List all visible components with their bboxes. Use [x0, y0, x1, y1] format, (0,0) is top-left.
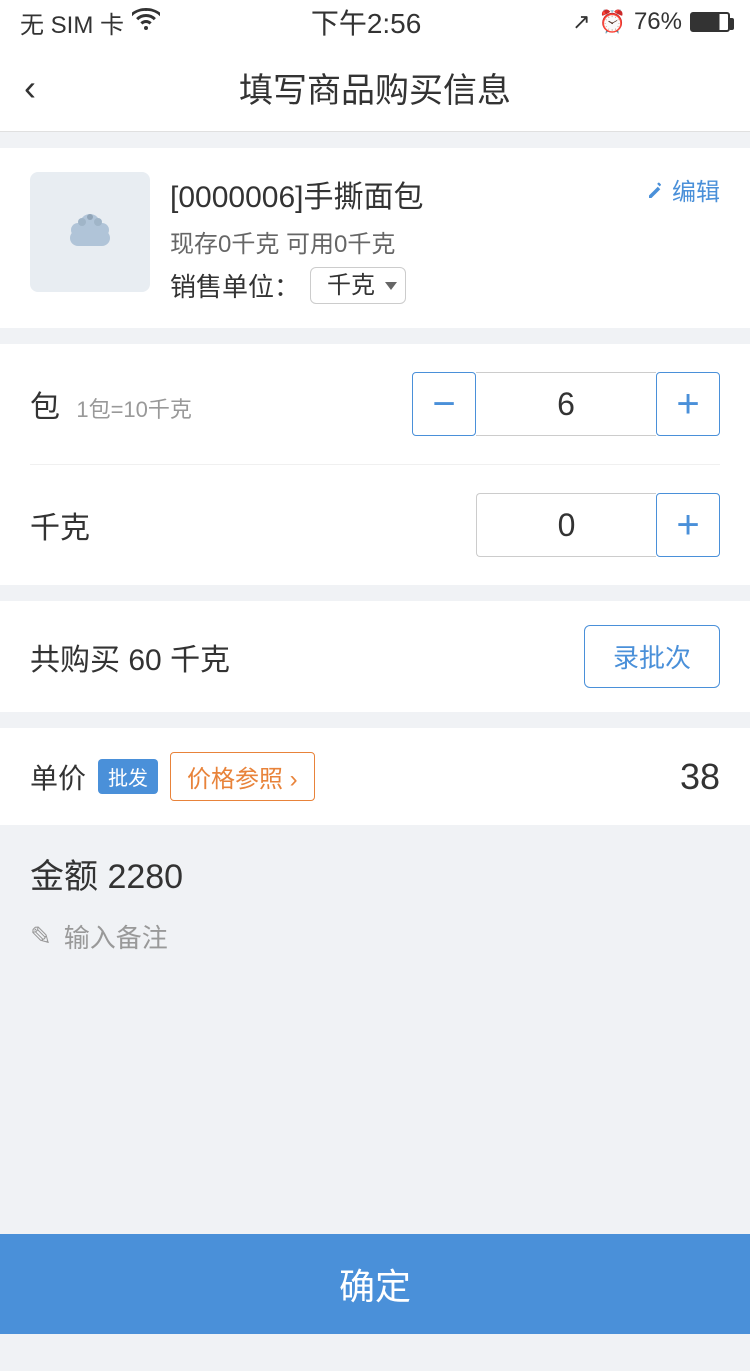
product-info: [0000006]手撕面包 编辑 现存0千克 可用0千克 销售单位： 千克 — [170, 172, 720, 304]
status-time: 下午2:56 — [311, 2, 422, 42]
product-stock: 现存0千克 可用0千克 — [170, 224, 720, 259]
note-icon: ✎ — [30, 921, 52, 952]
qty-input-kg[interactable] — [476, 493, 656, 557]
total-value: 60 — [128, 644, 161, 677]
quantity-section: 包 1包=10千克 − + 千克 + — [0, 344, 750, 585]
total-section: 共购买 60 千克 录批次 — [0, 601, 750, 712]
status-right: ↗ ⏰ 76% — [572, 8, 730, 36]
spacer — [0, 971, 750, 1271]
quantity-row-bao: 包 1包=10千克 − + — [30, 344, 720, 465]
price-section: 单价 批发 价格参照 › 38 — [0, 728, 750, 825]
batch-button[interactable]: 录批次 — [584, 625, 720, 688]
price-ref-button[interactable]: 价格参照 › — [170, 752, 315, 801]
nav-bar: ‹ 填写商品购买信息 — [0, 44, 750, 132]
unit-select[interactable]: 千克 — [310, 267, 406, 304]
amount-section: 金额 2280 ✎ 输入备注 — [0, 825, 750, 971]
amount-row: 金额 2280 — [30, 849, 720, 898]
increment-bao-button[interactable]: + — [656, 372, 720, 436]
qty-controls-kg: + — [476, 493, 720, 557]
battery-icon — [690, 12, 730, 32]
quantity-row-kg: 千克 + — [30, 465, 720, 585]
wifi-icon — [132, 8, 160, 37]
note-placeholder: 输入备注 — [64, 918, 168, 955]
qty-label-bao: 包 1包=10千克 — [30, 382, 412, 426]
qty-hint-bao: 1包=10千克 — [76, 397, 192, 422]
alarm-icon: ⏰ — [599, 9, 626, 35]
confirm-button[interactable]: 确定 — [0, 1234, 750, 1334]
price-label: 单价 — [30, 757, 86, 797]
product-card: [0000006]手撕面包 编辑 现存0千克 可用0千克 销售单位： 千克 — [0, 148, 750, 328]
decrement-bao-button[interactable]: − — [412, 372, 476, 436]
qty-label-kg: 千克 — [30, 503, 476, 547]
carrier-text: 无 SIM 卡 — [20, 5, 124, 40]
back-button[interactable]: ‹ — [24, 67, 36, 109]
total-prefix: 共购买 — [30, 644, 120, 677]
battery-percent: 76% — [634, 8, 682, 36]
qty-input-bao[interactable] — [476, 372, 656, 436]
price-value: 38 — [680, 756, 720, 798]
location-icon: ↗ — [572, 9, 590, 35]
page-title: 填写商品购买信息 — [239, 63, 511, 112]
product-name: [0000006]手撕面包 — [170, 172, 423, 216]
price-row: 单价 批发 价格参照 › 38 — [30, 752, 720, 801]
status-left: 无 SIM 卡 — [20, 5, 160, 40]
qty-controls-bao: − + — [412, 372, 720, 436]
total-text: 共购买 60 千克 — [30, 635, 230, 679]
status-bar: 无 SIM 卡 下午2:56 ↗ ⏰ 76% — [0, 0, 750, 44]
product-thumbnail — [30, 172, 150, 292]
note-row[interactable]: ✎ 输入备注 — [30, 918, 720, 955]
price-badge: 批发 — [98, 759, 158, 794]
amount-value: 2280 — [107, 858, 183, 896]
edit-label: 编辑 — [672, 172, 720, 207]
amount-label: 金额 — [30, 858, 98, 896]
total-unit: 千克 — [170, 644, 230, 677]
product-unit: 销售单位： 千克 — [170, 267, 720, 304]
increment-kg-button[interactable]: + — [656, 493, 720, 557]
price-left: 单价 批发 价格参照 › — [30, 752, 315, 801]
unit-label: 销售单位： — [170, 267, 300, 304]
edit-button[interactable]: 编辑 — [646, 172, 720, 207]
